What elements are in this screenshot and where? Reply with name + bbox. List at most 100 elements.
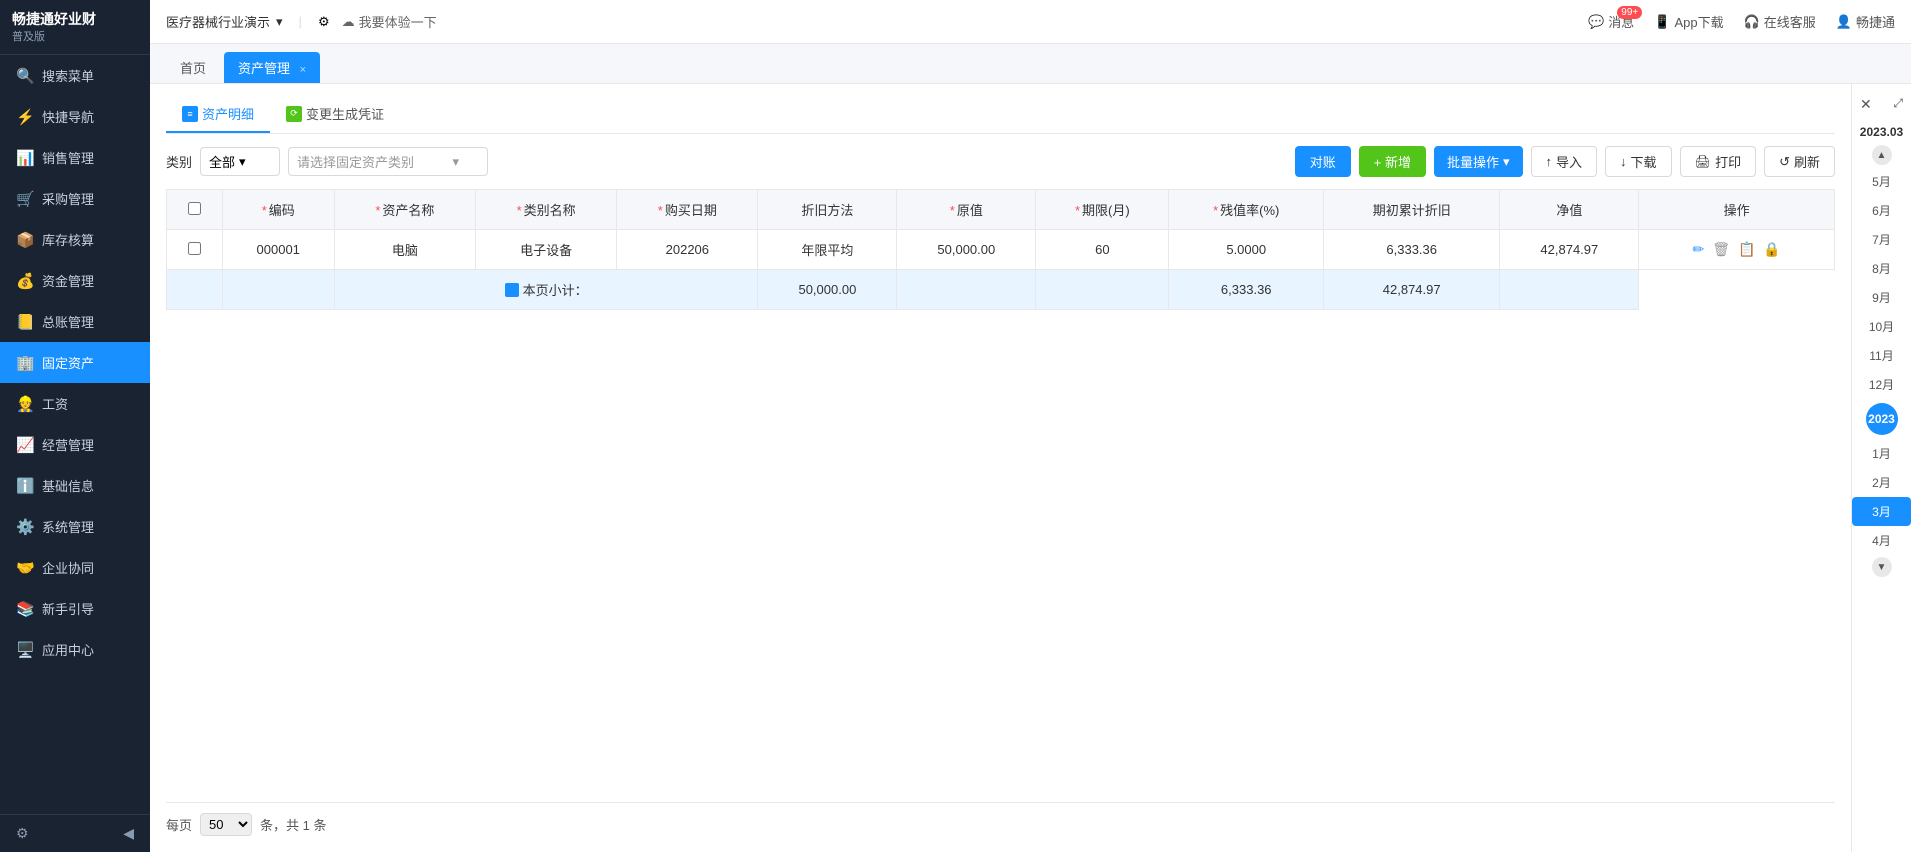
month-item-4[interactable]: 4月: [1852, 526, 1911, 555]
sidebar-item-system[interactable]: ⚙️ 系统管理: [0, 506, 150, 547]
row-code: 000001: [222, 230, 334, 270]
print-button[interactable]: 🖨 打印: [1680, 146, 1757, 177]
cloud-icon: ☁: [342, 14, 355, 30]
row-checkbox[interactable]: [167, 230, 223, 270]
row-select-checkbox[interactable]: [188, 242, 201, 255]
row-depreciation-method: 年限平均: [758, 230, 897, 270]
subtotal-icon: [505, 283, 519, 297]
col-checkbox[interactable]: [167, 190, 223, 230]
subtotal-empty-2: [222, 270, 334, 310]
month-item-6[interactable]: 6月: [1852, 196, 1911, 225]
sidebar-item-label: 总账管理: [42, 312, 94, 331]
company-selector[interactable]: 医疗器械行业演示 ▾: [166, 12, 283, 31]
sidebar-item-label: 工资: [42, 394, 68, 413]
batch-label: 批量操作: [1447, 152, 1499, 171]
tab-home[interactable]: 首页: [166, 52, 220, 83]
sidebar-item-funds[interactable]: 💰 资金管理: [0, 260, 150, 301]
toolbar: 类别 全部 ▾ 请选择固定资产类别 ▾ 对账 + 新增: [166, 146, 1835, 177]
sidebar-item-quick-nav[interactable]: ⚡ 快捷导航: [0, 96, 150, 137]
month-item-1[interactable]: 1月: [1852, 439, 1911, 468]
sidebar-item-ledger[interactable]: 📒 总账管理: [0, 301, 150, 342]
col-net-value: 净值: [1500, 190, 1639, 230]
sidebar-item-enterprise[interactable]: 🤝 企业协同: [0, 547, 150, 588]
import-button[interactable]: ↑ 导入: [1531, 146, 1598, 177]
main-content: 医疗器械行业演示 ▾ | ⚙ ☁ 我要体验一下 💬 消息 99+ 📱 App下载…: [150, 0, 1911, 852]
month-item-12[interactable]: 12月: [1852, 370, 1911, 399]
sidebar-item-basic-info[interactable]: ℹ️ 基础信息: [0, 465, 150, 506]
select-all-checkbox[interactable]: [188, 202, 201, 215]
month-item-7[interactable]: 7月: [1852, 225, 1911, 254]
month-item-8[interactable]: 8月: [1852, 254, 1911, 283]
refresh-button[interactable]: ↺ 刷新: [1764, 146, 1835, 177]
year-up-arrow[interactable]: ▲: [1872, 145, 1892, 165]
enterprise-icon: 🤝: [16, 559, 34, 577]
sub-tab-voucher[interactable]: ⟳ 变更生成凭证: [270, 96, 400, 133]
collapse-icon[interactable]: ◀: [123, 825, 134, 842]
month-item-2[interactable]: 2月: [1852, 468, 1911, 497]
copy-icon[interactable]: 📋: [1738, 241, 1755, 258]
sidebar-item-guide[interactable]: 📚 新手引导: [0, 588, 150, 629]
month-item-5[interactable]: 5月: [1852, 167, 1911, 196]
experience-btn[interactable]: ☁ 我要体验一下: [342, 12, 437, 31]
ledger-icon: 📒: [16, 313, 34, 331]
add-button[interactable]: + 新增: [1359, 146, 1426, 177]
online-service-btn[interactable]: 🎧 在线客服: [1744, 12, 1816, 31]
subtotal-label: 本页小计：: [343, 280, 750, 299]
year-down-arrow[interactable]: ▼: [1872, 557, 1892, 577]
settings-icon[interactable]: ⚙: [16, 825, 29, 842]
purchase-icon: 🛒: [16, 190, 34, 208]
sidebar-close-icon[interactable]: ✕: [1856, 92, 1876, 117]
sidebar-item-purchase[interactable]: 🛒 采购管理: [0, 178, 150, 219]
batch-operation-button[interactable]: 批量操作 ▾: [1434, 146, 1523, 177]
user-avatar-btn[interactable]: 👤 畅捷通: [1836, 12, 1895, 31]
gear-settings-icon[interactable]: ⚙: [318, 14, 330, 30]
online-service-label: 在线客服: [1764, 12, 1816, 31]
category-filter-select[interactable]: 全部 ▾: [200, 147, 280, 176]
dropdown-arrow-icon: ▾: [276, 14, 283, 30]
edit-icon[interactable]: ✏: [1692, 241, 1704, 258]
sidebar: 畅捷通好业财 普及版 🔍 搜索菜单 ⚡ 快捷导航 📊 销售管理 🛒 采购管理 📦…: [0, 0, 150, 852]
category-type-input[interactable]: 请选择固定资产类别 ▾: [288, 147, 488, 176]
sidebar-item-search[interactable]: 🔍 搜索菜单: [0, 55, 150, 96]
month-item-11[interactable]: 11月: [1852, 341, 1911, 370]
month-item-3-current[interactable]: 3月: [1852, 497, 1911, 526]
download-button[interactable]: ↓ 下载: [1605, 146, 1672, 177]
message-icon: 💬: [1588, 14, 1604, 30]
sidebar-item-sales[interactable]: 📊 销售管理: [0, 137, 150, 178]
sidebar-item-payroll[interactable]: 👷 工资: [0, 383, 150, 424]
col-name: *资产名称: [334, 190, 475, 230]
sidebar-item-app-center[interactable]: 🖥️ 应用中心: [0, 629, 150, 670]
month-item-9[interactable]: 9月: [1852, 283, 1911, 312]
sidebar-item-label: 资金管理: [42, 271, 94, 290]
sidebar-item-inventory[interactable]: 📦 库存核算: [0, 219, 150, 260]
tab-close-icon[interactable]: ×: [300, 64, 306, 76]
pagination: 每页 50 100 200 条，共 1 条: [166, 802, 1835, 840]
sidebar-expand-icon[interactable]: ⤢: [1889, 92, 1907, 117]
inventory-icon: 📦: [16, 231, 34, 249]
sidebar-item-fixed-assets[interactable]: 🏢 固定资产: [0, 342, 150, 383]
refresh-label: 刷新: [1794, 152, 1820, 171]
topbar: 医疗器械行业演示 ▾ | ⚙ ☁ 我要体验一下 💬 消息 99+ 📱 App下载…: [150, 0, 1911, 44]
sub-tab-asset-detail[interactable]: ≡ 资产明细: [166, 96, 270, 133]
page-tabs: 首页 资产管理 ×: [150, 44, 1911, 84]
operations-icon: 📈: [16, 436, 34, 454]
subtotal-empty-1: [167, 270, 223, 310]
category-select-value: 全部: [209, 152, 235, 171]
download-icon: ↓: [1620, 154, 1627, 169]
col-purchase-date: *购买日期: [617, 190, 758, 230]
sidebar-item-operations[interactable]: 📈 经营管理: [0, 424, 150, 465]
app-download-btn[interactable]: 📱 App下载: [1654, 12, 1723, 31]
month-item-10[interactable]: 10月: [1852, 312, 1911, 341]
subtotal-text: 本页小计：: [523, 280, 588, 299]
messages-btn[interactable]: 💬 消息 99+: [1588, 12, 1634, 31]
per-page-select[interactable]: 50 100 200: [200, 813, 252, 836]
lock-icon[interactable]: 🔒: [1763, 241, 1780, 258]
logo-text: 畅捷通好业财: [12, 10, 96, 28]
delete-icon[interactable]: 🗑: [1712, 241, 1730, 258]
tab-asset-management[interactable]: 资产管理 ×: [224, 52, 320, 83]
category-select-arrow: ▾: [239, 154, 246, 170]
sidebar-item-label: 新手引导: [42, 599, 94, 618]
sub-tab-label-2: 变更生成凭证: [306, 104, 384, 123]
reconcile-button[interactable]: 对账: [1295, 146, 1351, 177]
year-2023-marker[interactable]: 2023: [1866, 403, 1898, 435]
